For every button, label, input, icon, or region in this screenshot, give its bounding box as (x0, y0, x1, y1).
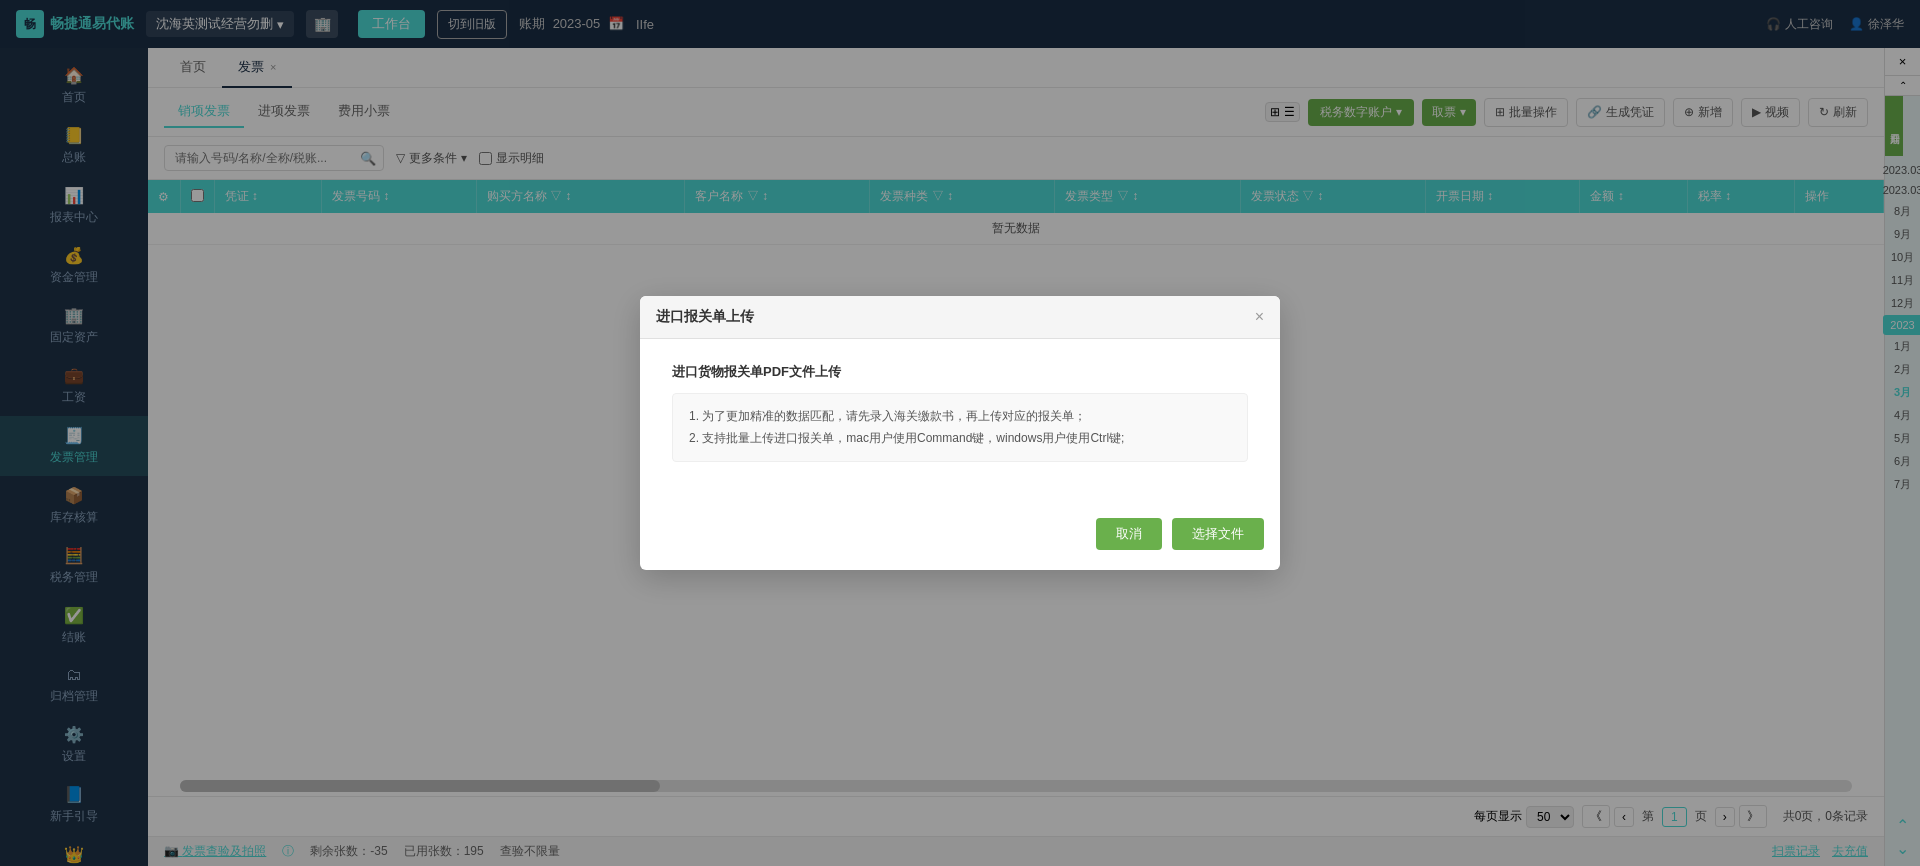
modal-overlay[interactable]: 进口报关单上传 × 进口货物报关单PDF文件上传 1. 为了更加精准的数据匹配，… (0, 0, 1920, 866)
modal-close-button[interactable]: × (1255, 308, 1264, 326)
modal-footer: 取消 选择文件 (640, 506, 1280, 570)
cancel-modal-button[interactable]: 取消 (1096, 518, 1162, 550)
select-file-button[interactable]: 选择文件 (1172, 518, 1264, 550)
modal-body: 进口货物报关单PDF文件上传 1. 为了更加精准的数据匹配，请先录入海关缴款书，… (640, 339, 1280, 506)
modal-header: 进口报关单上传 × (640, 296, 1280, 339)
modal-title: 进口报关单上传 (656, 308, 754, 326)
modal-section-title: 进口货物报关单PDF文件上传 (672, 363, 1248, 381)
modal-info-box: 1. 为了更加精准的数据匹配，请先录入海关缴款书，再上传对应的报关单； 2. 支… (672, 393, 1248, 462)
import-modal: 进口报关单上传 × 进口货物报关单PDF文件上传 1. 为了更加精准的数据匹配，… (640, 296, 1280, 570)
modal-info-line-2: 2. 支持批量上传进口报关单，mac用户使用Command键，windows用户… (689, 428, 1231, 450)
modal-info-line-1: 1. 为了更加精准的数据匹配，请先录入海关缴款书，再上传对应的报关单； (689, 406, 1231, 428)
